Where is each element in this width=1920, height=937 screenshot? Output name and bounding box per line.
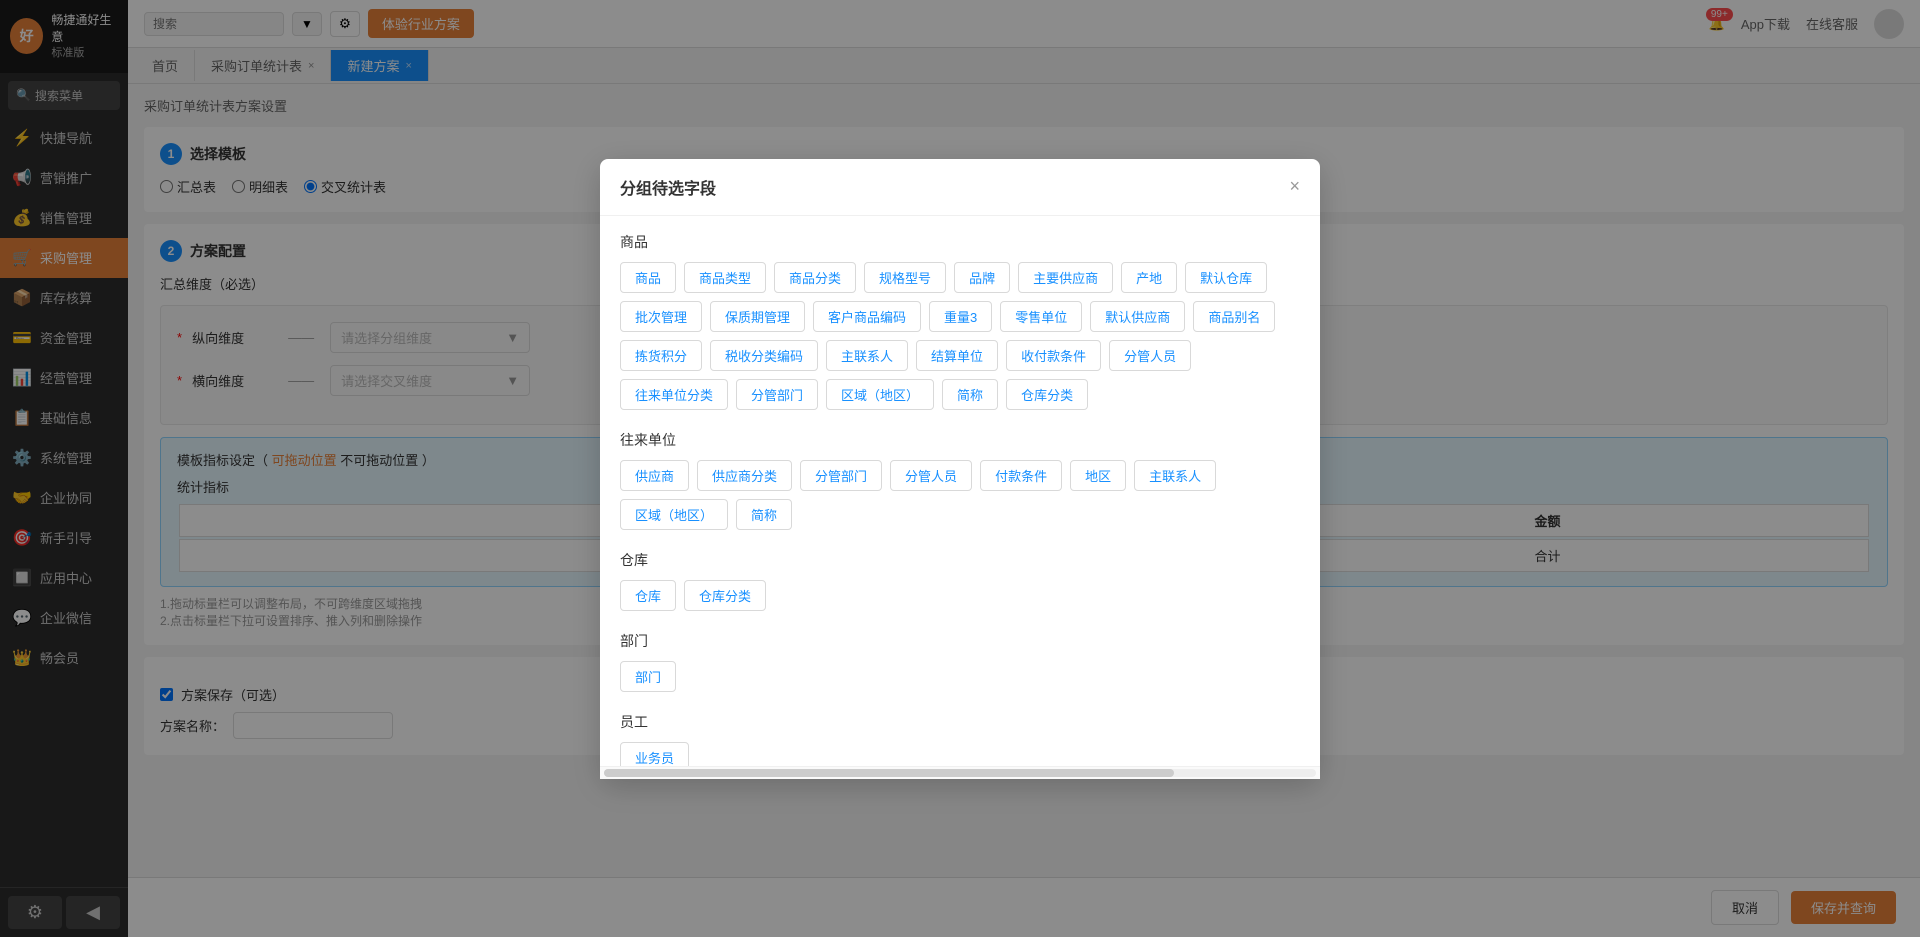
scrollbar-thumb xyxy=(604,769,1174,777)
field-tag-partner-6[interactable]: 主联系人 xyxy=(1134,460,1216,491)
field-tag-product-17[interactable]: 主联系人 xyxy=(826,340,908,371)
field-tags-dept: 部门 xyxy=(620,661,1300,692)
field-tag-product-13[interactable]: 默认供应商 xyxy=(1090,301,1185,332)
field-group-staff: 员工 业务员 xyxy=(620,712,1300,767)
field-tags-partner: 供应商 供应商分类 分管部门 分管人员 付款条件 地区 主联系人 区域（地区） … xyxy=(620,460,1300,530)
field-tag-product-20[interactable]: 分管人员 xyxy=(1109,340,1191,371)
field-tag-product-21[interactable]: 往来单位分类 xyxy=(620,379,728,410)
field-tag-product-19[interactable]: 收付款条件 xyxy=(1006,340,1101,371)
field-group-product: 商品 商品 商品类型 商品分类 规格型号 品牌 主要供应商 产地 默认仓库 批次… xyxy=(620,232,1300,410)
modal-close-button[interactable]: × xyxy=(1289,176,1300,197)
field-group-partner-title: 往来单位 xyxy=(620,430,1300,450)
field-tag-product-12[interactable]: 零售单位 xyxy=(1000,301,1082,332)
field-tag-product-4[interactable]: 品牌 xyxy=(954,262,1010,293)
field-tag-product-11[interactable]: 重量3 xyxy=(929,301,992,332)
modal-overlay: 分组待选字段 × 商品 商品 商品类型 商品分类 规格型号 品牌 主要供应商 产… xyxy=(0,0,1920,937)
field-tag-product-22[interactable]: 分管部门 xyxy=(736,379,818,410)
field-tags-product: 商品 商品类型 商品分类 规格型号 品牌 主要供应商 产地 默认仓库 批次管理 … xyxy=(620,262,1300,410)
field-tag-product-8[interactable]: 批次管理 xyxy=(620,301,702,332)
field-tag-partner-4[interactable]: 付款条件 xyxy=(980,460,1062,491)
field-tag-product-18[interactable]: 结算单位 xyxy=(916,340,998,371)
field-tag-product-15[interactable]: 拣货积分 xyxy=(620,340,702,371)
field-tag-partner-3[interactable]: 分管人员 xyxy=(890,460,972,491)
modal-body: 商品 商品 商品类型 商品分类 规格型号 品牌 主要供应商 产地 默认仓库 批次… xyxy=(600,216,1320,767)
field-tag-partner-2[interactable]: 分管部门 xyxy=(800,460,882,491)
field-tag-product-3[interactable]: 规格型号 xyxy=(864,262,946,293)
field-group-product-title: 商品 xyxy=(620,232,1300,252)
field-group-warehouse-title: 仓库 xyxy=(620,550,1300,570)
field-group-dept: 部门 部门 xyxy=(620,631,1300,692)
field-tag-partner-7[interactable]: 区域（地区） xyxy=(620,499,728,530)
field-tag-staff-0[interactable]: 业务员 xyxy=(620,742,689,767)
field-tag-product-2[interactable]: 商品分类 xyxy=(774,262,856,293)
field-tag-product-1[interactable]: 商品类型 xyxy=(684,262,766,293)
field-tag-partner-8[interactable]: 简称 xyxy=(736,499,792,530)
modal-title: 分组待选字段 xyxy=(620,175,716,199)
horizontal-scrollbar[interactable] xyxy=(604,769,1316,777)
field-tags-warehouse: 仓库 仓库分类 xyxy=(620,580,1300,611)
field-tag-product-14[interactable]: 商品别名 xyxy=(1193,301,1275,332)
field-tag-partner-1[interactable]: 供应商分类 xyxy=(697,460,792,491)
field-tag-dept-0[interactable]: 部门 xyxy=(620,661,676,692)
field-tag-product-23[interactable]: 区域（地区） xyxy=(826,379,934,410)
field-tag-partner-0[interactable]: 供应商 xyxy=(620,460,689,491)
field-group-partner: 往来单位 供应商 供应商分类 分管部门 分管人员 付款条件 地区 主联系人 区域… xyxy=(620,430,1300,530)
modal-scrollbar-area xyxy=(600,766,1320,778)
field-group-dept-title: 部门 xyxy=(620,631,1300,651)
field-tag-product-25[interactable]: 仓库分类 xyxy=(1006,379,1088,410)
field-group-staff-title: 员工 xyxy=(620,712,1300,732)
field-tag-product-5[interactable]: 主要供应商 xyxy=(1018,262,1113,293)
field-tag-product-16[interactable]: 税收分类编码 xyxy=(710,340,818,371)
modal-header: 分组待选字段 × xyxy=(600,159,1320,216)
field-tag-warehouse-1[interactable]: 仓库分类 xyxy=(684,580,766,611)
field-tag-product-0[interactable]: 商品 xyxy=(620,262,676,293)
field-group-warehouse: 仓库 仓库 仓库分类 xyxy=(620,550,1300,611)
field-tag-warehouse-0[interactable]: 仓库 xyxy=(620,580,676,611)
field-tag-product-7[interactable]: 默认仓库 xyxy=(1185,262,1267,293)
field-tag-product-10[interactable]: 客户商品编码 xyxy=(813,301,921,332)
field-tag-product-9[interactable]: 保质期管理 xyxy=(710,301,805,332)
field-tags-staff: 业务员 xyxy=(620,742,1300,767)
field-tag-partner-5[interactable]: 地区 xyxy=(1070,460,1126,491)
field-select-modal: 分组待选字段 × 商品 商品 商品类型 商品分类 规格型号 品牌 主要供应商 产… xyxy=(600,159,1320,779)
field-tag-product-6[interactable]: 产地 xyxy=(1121,262,1177,293)
field-tag-product-24[interactable]: 简称 xyxy=(942,379,998,410)
